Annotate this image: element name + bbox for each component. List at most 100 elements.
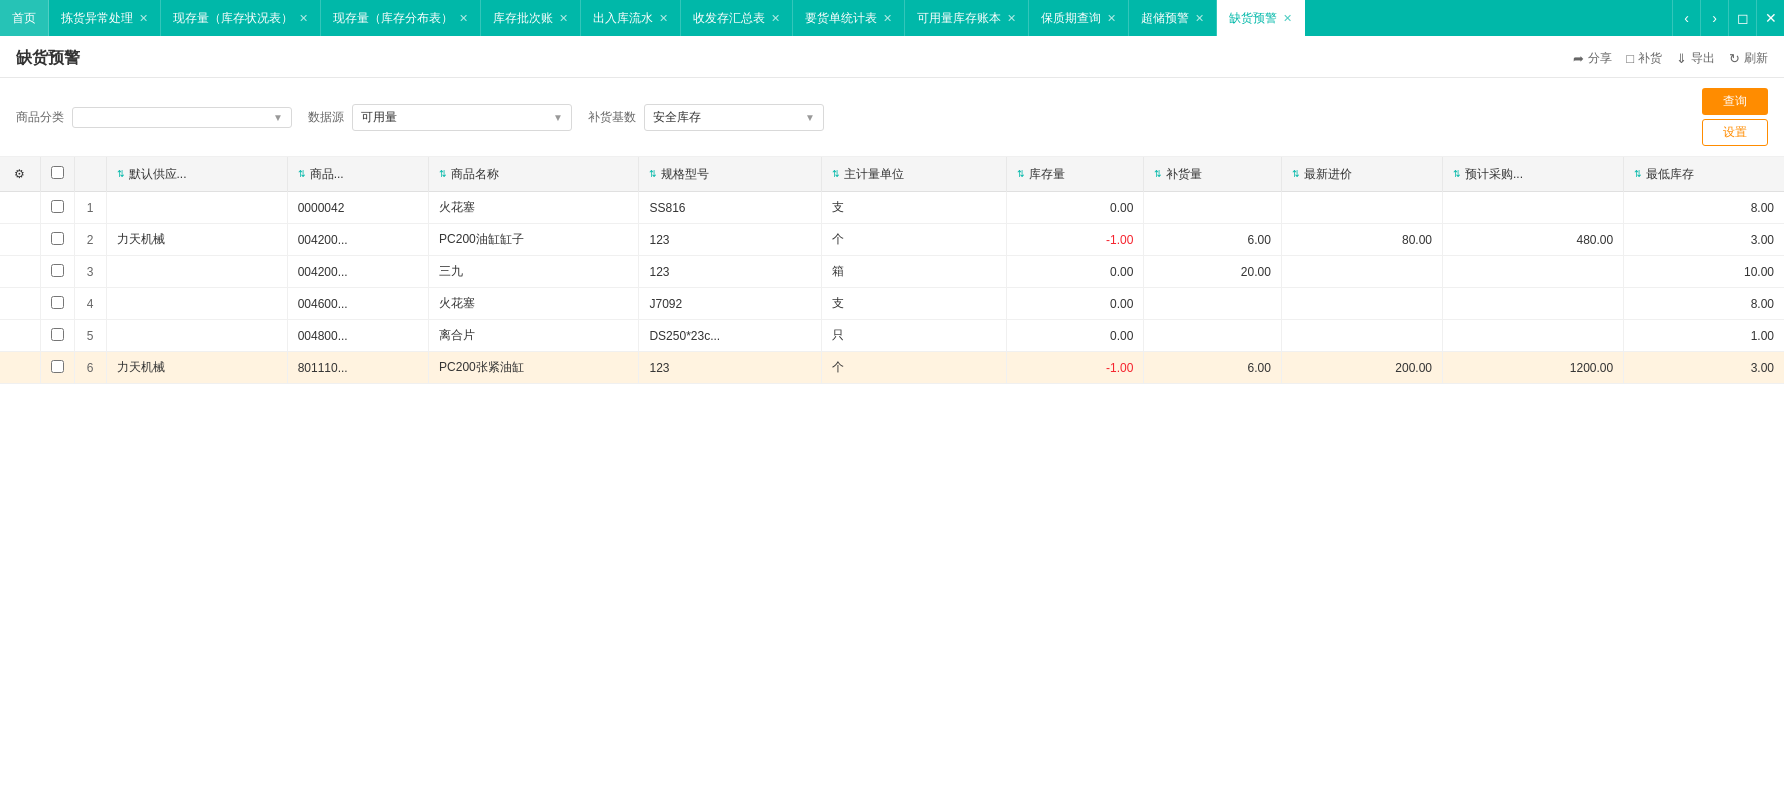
category-select[interactable]: ▼ — [72, 107, 292, 128]
tab-inout-flow[interactable]: 出入库流水✕ — [581, 0, 681, 36]
tab-close-stock-dist[interactable]: ✕ — [459, 13, 468, 24]
row-spec-1: 123 — [639, 224, 822, 256]
th-gear: ⚙ — [0, 157, 40, 192]
row-code-2: 004200... — [287, 256, 428, 288]
refresh-button[interactable]: ↻ 刷新 — [1729, 50, 1768, 67]
tab-order-stat[interactable]: 要货单统计表✕ — [793, 0, 905, 36]
th-replenish-qty: ⇅ 补货量 — [1144, 157, 1281, 192]
th-price-sort-icon: ⇅ — [1292, 169, 1300, 179]
tab-home[interactable]: 首页 — [0, 0, 49, 36]
share-button[interactable]: ➦ 分享 — [1573, 50, 1612, 67]
row-code-1: 004200... — [287, 224, 428, 256]
tab-label-batch-account: 库存批次账 — [493, 10, 553, 27]
row-min-stock-4: 1.00 — [1624, 320, 1784, 352]
th-product-name: ⇅ 商品名称 — [429, 157, 639, 192]
tab-bar: 首页拣货异常处理✕现存量（库存状况表）✕现存量（库存分布表）✕库存批次账✕出入库… — [0, 0, 1784, 36]
row-code-4: 004800... — [287, 320, 428, 352]
row-code-0: 0000042 — [287, 192, 428, 224]
datasource-select[interactable]: 可用量 ▼ — [352, 104, 572, 131]
replenish-base-value: 安全库存 — [653, 109, 805, 126]
row-checkbox-5[interactable] — [51, 360, 64, 373]
row-latest-price-3 — [1281, 288, 1442, 320]
row-spec-3: J7092 — [639, 288, 822, 320]
row-gear-cell-5 — [0, 352, 40, 384]
replenish-button[interactable]: □ 补货 — [1626, 50, 1662, 67]
table-row: 5 004800... 离合片 DS250*23c... 只 0.00 1.00 — [0, 320, 1784, 352]
tab-close-expiry[interactable]: ✕ — [1107, 13, 1116, 24]
row-est-purchase-2 — [1443, 256, 1624, 288]
tab-close-available-ledger[interactable]: ✕ — [1007, 13, 1016, 24]
tab-available-ledger[interactable]: 可用量库存账本 ✕ — [905, 0, 1029, 36]
share-icon: ➦ — [1573, 51, 1584, 66]
tab-collect-summary[interactable]: 收发存汇总表 ✕ — [681, 0, 793, 36]
settings-button[interactable]: 设置 — [1702, 119, 1768, 146]
tab-close-exception[interactable]: ✕ — [139, 13, 148, 24]
row-num-1: 2 — [74, 224, 106, 256]
tab-close-shortage[interactable]: ✕ — [1283, 13, 1292, 24]
tab-stock-status[interactable]: 现存量（库存状况表）✕ — [161, 0, 321, 36]
tab-close-window[interactable]: ✕ — [1756, 0, 1784, 36]
tab-label-home: 首页 — [12, 10, 36, 27]
th-product-code: ⇅ 商品... — [287, 157, 428, 192]
select-all-checkbox[interactable] — [51, 166, 64, 179]
tab-expiry[interactable]: 保质期查询 ✕ — [1029, 0, 1129, 36]
tab-close-collect-summary[interactable]: ✕ — [771, 13, 780, 24]
row-replenish-qty-0 — [1144, 192, 1281, 224]
row-checkbox-1[interactable] — [51, 232, 64, 245]
replenish-icon: □ — [1626, 51, 1634, 66]
row-min-stock-2: 10.00 — [1624, 256, 1784, 288]
export-button[interactable]: ⇓ 导出 — [1676, 50, 1715, 67]
datasource-label: 数据源 — [308, 109, 344, 126]
page-header: 缺货预警 ➦ 分享 □ 补货 ⇓ 导出 ↻ 刷新 — [0, 36, 1784, 78]
datasource-filter-group: 数据源 可用量 ▼ — [308, 104, 572, 131]
row-unit-0: 支 — [822, 192, 1007, 224]
row-unit-2: 箱 — [822, 256, 1007, 288]
tab-stock-dist[interactable]: 现存量（库存分布表）✕ — [321, 0, 481, 36]
tab-exception[interactable]: 拣货异常处理✕ — [49, 0, 161, 36]
tab-scroll-right[interactable]: › — [1700, 0, 1728, 36]
row-name-5: PC200张紧油缸 — [429, 352, 639, 384]
row-latest-price-4 — [1281, 320, 1442, 352]
th-supplier-sort-icon: ⇅ — [117, 169, 125, 179]
tab-label-available-ledger: 可用量库存账本 — [917, 10, 1001, 27]
category-chevron-icon: ▼ — [273, 112, 283, 123]
table-row: 3 004200... 三九 123 箱 0.00 20.00 10.00 — [0, 256, 1784, 288]
tab-label-collect-summary: 收发存汇总表 — [693, 10, 765, 27]
tab-restore[interactable]: ◻ — [1728, 0, 1756, 36]
gear-icon[interactable]: ⚙ — [11, 165, 29, 183]
tab-close-overstock[interactable]: ✕ — [1195, 13, 1204, 24]
tab-overstock[interactable]: 超储预警✕ — [1129, 0, 1217, 36]
filter-bar: 商品分类 ▼ 数据源 可用量 ▼ 补货基数 安全库存 ▼ — [0, 78, 1784, 157]
row-unit-5: 个 — [822, 352, 1007, 384]
tab-shortage[interactable]: 缺货预警✕ — [1217, 0, 1305, 36]
tab-label-expiry: 保质期查询 — [1041, 10, 1101, 27]
tab-batch-account[interactable]: 库存批次账 ✕ — [481, 0, 581, 36]
table-row: 1 0000042 火花塞 SS816 支 0.00 8.00 — [0, 192, 1784, 224]
row-code-5: 801110... — [287, 352, 428, 384]
row-checkbox-3[interactable] — [51, 296, 64, 309]
tab-close-order-stat[interactable]: ✕ — [883, 13, 892, 24]
row-latest-price-1: 80.00 — [1281, 224, 1442, 256]
tab-close-stock-status[interactable]: ✕ — [299, 13, 308, 24]
row-checkbox-2[interactable] — [51, 264, 64, 277]
row-est-purchase-5: 1200.00 — [1443, 352, 1624, 384]
row-name-3: 火花塞 — [429, 288, 639, 320]
row-checkbox-cell-5 — [40, 352, 74, 384]
th-name-sort-icon: ⇅ — [439, 169, 447, 179]
row-latest-price-0 — [1281, 192, 1442, 224]
th-replenish-sort-icon: ⇅ — [1154, 169, 1162, 179]
row-name-0: 火花塞 — [429, 192, 639, 224]
row-num-4: 5 — [74, 320, 106, 352]
th-stock-sort-icon: ⇅ — [1017, 169, 1025, 179]
replenish-base-label: 补货基数 — [588, 109, 636, 126]
tab-close-inout-flow[interactable]: ✕ — [659, 13, 668, 24]
row-checkbox-0[interactable] — [51, 200, 64, 213]
tab-scroll-left[interactable]: ‹ — [1672, 0, 1700, 36]
row-spec-2: 123 — [639, 256, 822, 288]
table-header-row: ⚙ ⇅ 默认供应... — [0, 157, 1784, 192]
replenish-base-select[interactable]: 安全库存 ▼ — [644, 104, 824, 131]
query-button[interactable]: 查询 — [1702, 88, 1768, 115]
tab-close-batch-account[interactable]: ✕ — [559, 13, 568, 24]
row-checkbox-4[interactable] — [51, 328, 64, 341]
header-actions: ➦ 分享 □ 补货 ⇓ 导出 ↻ 刷新 — [1573, 50, 1768, 67]
